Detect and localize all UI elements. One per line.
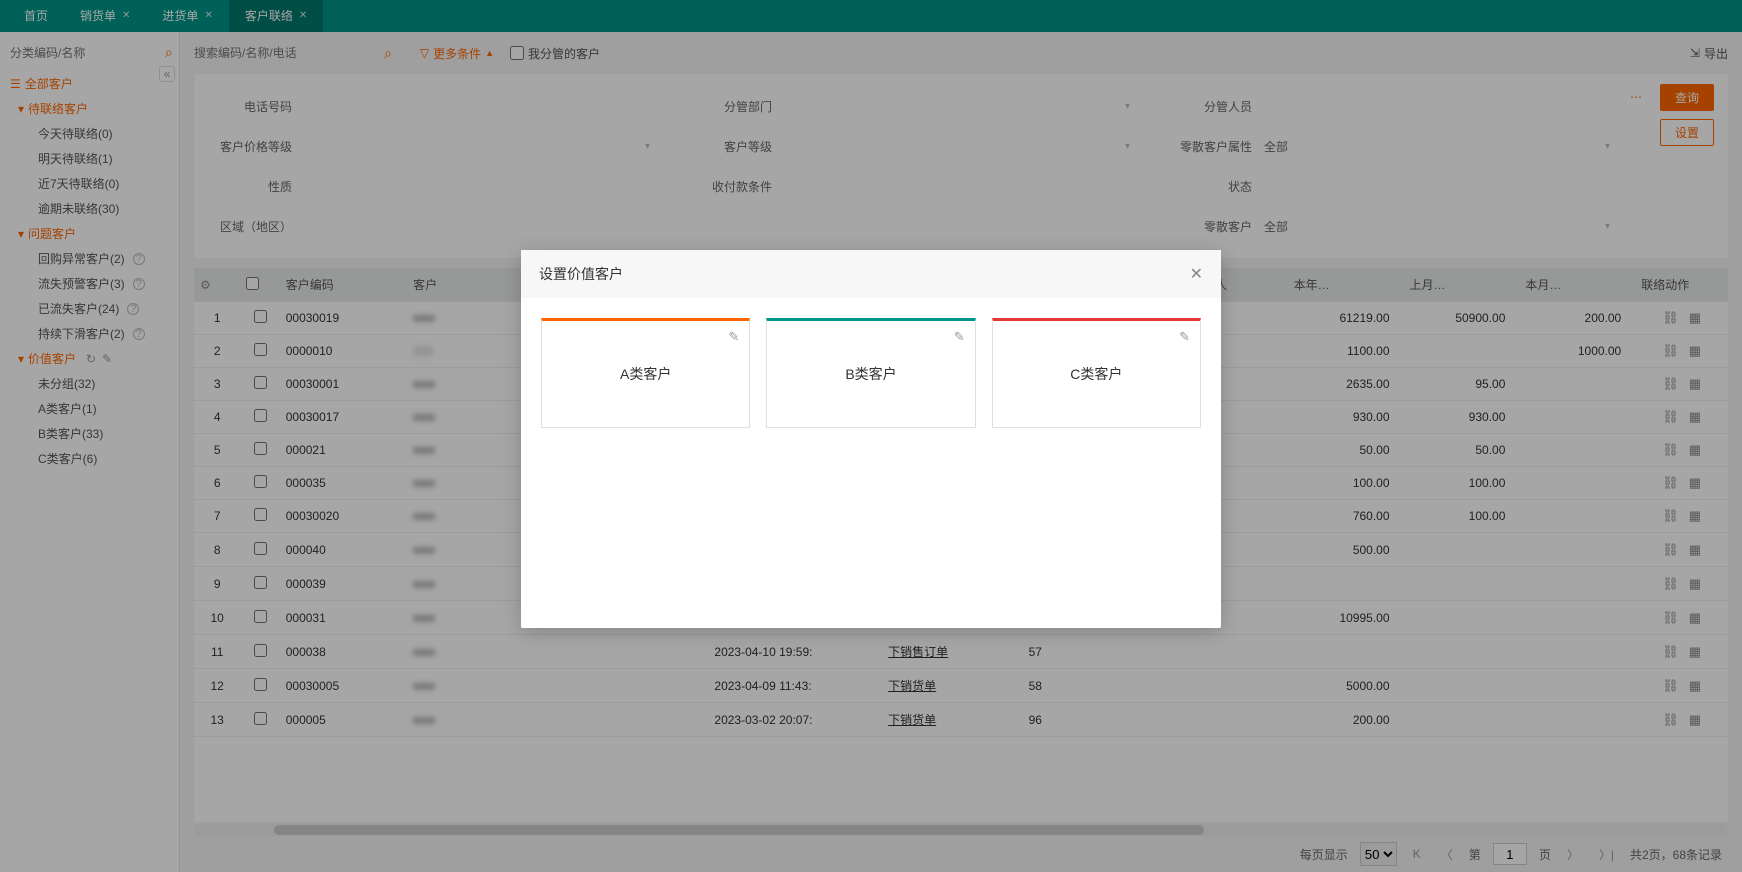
modal-overlay[interactable]: 设置价值客户 ✕ ✎ A类客户 ✎ B类客户 ✎ C类客户 [0, 0, 1742, 872]
modal-title: 设置价值客户 [539, 264, 623, 284]
value-card-c[interactable]: ✎ C类客户 [992, 318, 1201, 428]
edit-icon[interactable]: ✎ [954, 329, 965, 345]
close-icon[interactable]: ✕ [1190, 264, 1203, 284]
edit-icon[interactable]: ✎ [728, 329, 739, 345]
card-label: A类客户 [620, 364, 671, 384]
value-customer-modal: 设置价值客户 ✕ ✎ A类客户 ✎ B类客户 ✎ C类客户 [521, 250, 1221, 628]
edit-icon[interactable]: ✎ [1179, 329, 1190, 345]
card-label: B类客户 [845, 364, 896, 384]
value-card-b[interactable]: ✎ B类客户 [766, 318, 975, 428]
card-label: C类客户 [1070, 364, 1122, 384]
value-card-a[interactable]: ✎ A类客户 [541, 318, 750, 428]
